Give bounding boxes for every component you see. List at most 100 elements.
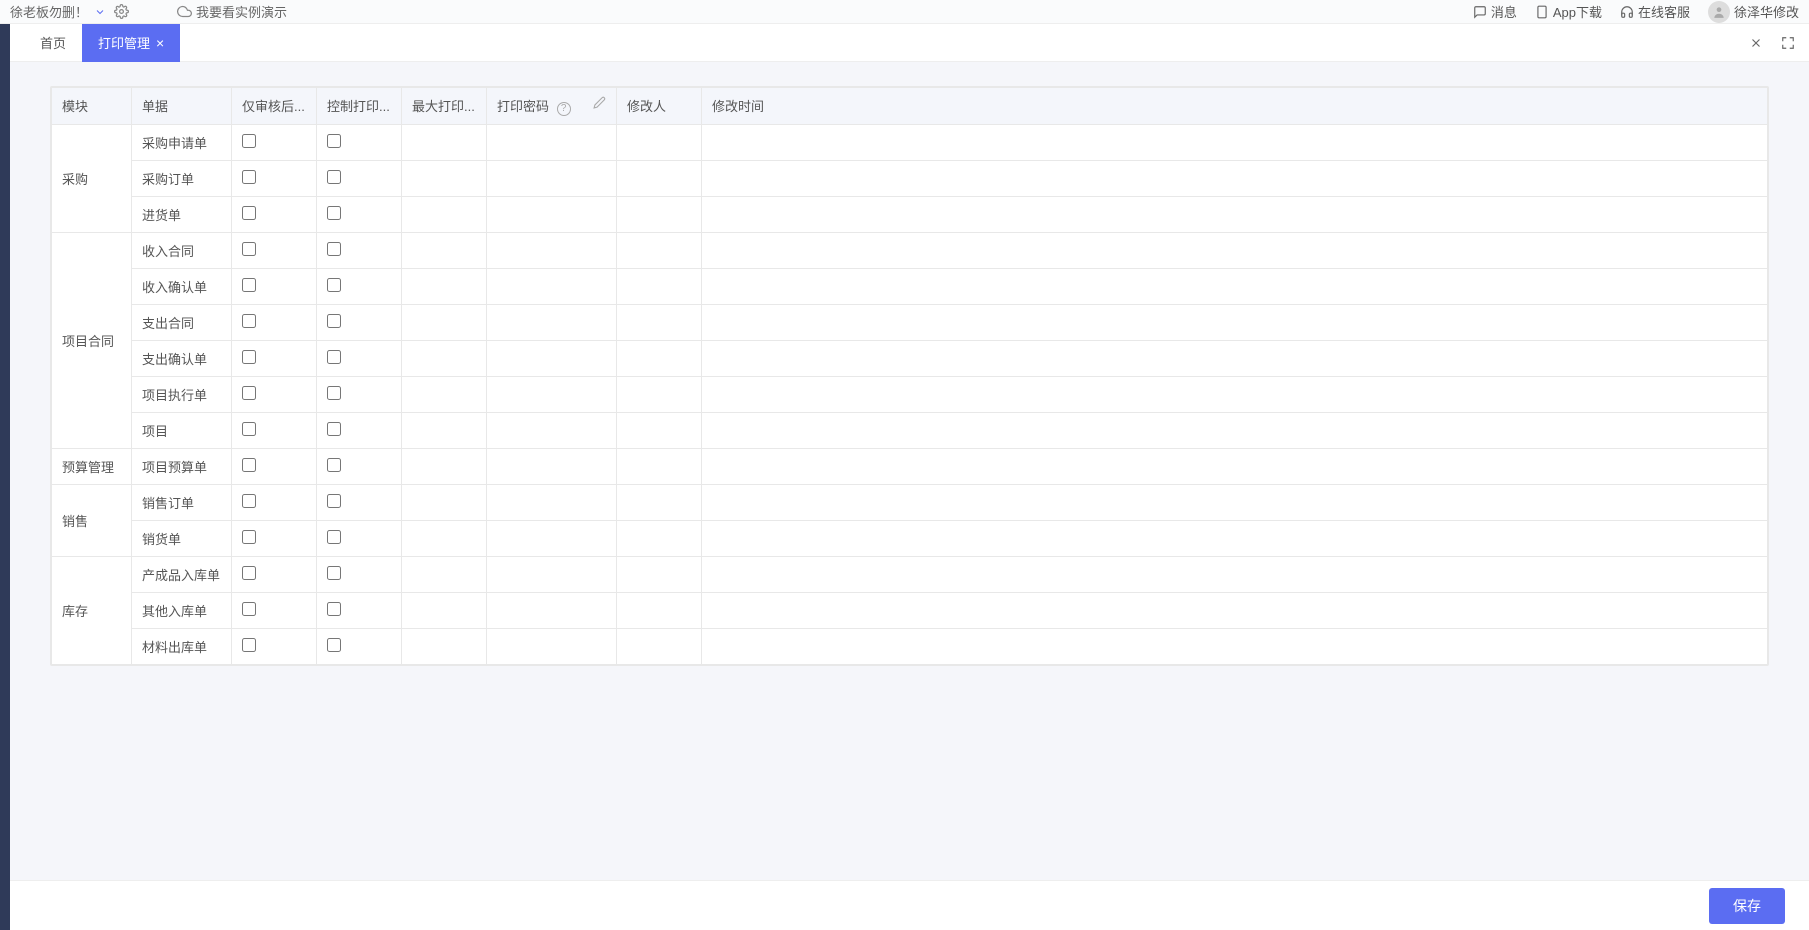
after-audit-cell xyxy=(232,196,317,232)
after-audit-checkbox[interactable] xyxy=(242,530,256,544)
user-icon xyxy=(1712,5,1726,19)
max-print-cell xyxy=(402,160,487,196)
control-print-checkbox[interactable] xyxy=(327,494,341,508)
control-print-cell xyxy=(317,232,402,268)
help-icon[interactable]: ? xyxy=(557,102,571,116)
edit-icon[interactable] xyxy=(593,96,606,112)
control-print-checkbox[interactable] xyxy=(327,566,341,580)
modifier-cell xyxy=(617,304,702,340)
control-print-checkbox[interactable] xyxy=(327,458,341,472)
after-audit-checkbox[interactable] xyxy=(242,638,256,652)
tab-print-management[interactable]: 打印管理 × xyxy=(82,24,180,62)
after-audit-cell xyxy=(232,592,317,628)
tab-print-label: 打印管理 xyxy=(98,33,150,52)
control-print-checkbox[interactable] xyxy=(327,134,341,148)
control-print-checkbox[interactable] xyxy=(327,386,341,400)
top-bar: 徐老板勿删！ 我要看实例演示 消息 App下载 在线客服 徐泽华修改 xyxy=(0,0,1809,24)
org-selector[interactable]: 徐老板勿删！ xyxy=(10,2,106,21)
modifier-cell xyxy=(617,268,702,304)
max-print-cell xyxy=(402,412,487,448)
after-audit-checkbox[interactable] xyxy=(242,386,256,400)
print-settings-table: 模块 单据 仅审核后... 控制打印... 最大打印... 打印密码 ? 修改人… xyxy=(50,86,1769,666)
modifier-cell xyxy=(617,340,702,376)
modifier-cell xyxy=(617,592,702,628)
close-all-tabs-icon[interactable] xyxy=(1747,34,1765,52)
gear-icon[interactable] xyxy=(114,4,129,19)
modifier-cell xyxy=(617,520,702,556)
print-pwd-cell xyxy=(487,268,617,304)
table-row: 其他入库单 xyxy=(52,592,1768,628)
control-print-checkbox[interactable] xyxy=(327,170,341,184)
table-row: 预算管理项目预算单 xyxy=(52,448,1768,484)
after-audit-checkbox[interactable] xyxy=(242,422,256,436)
document-cell: 其他入库单 xyxy=(132,592,232,628)
control-print-checkbox[interactable] xyxy=(327,206,341,220)
after-audit-cell xyxy=(232,628,317,664)
demo-link[interactable]: 我要看实例演示 xyxy=(177,2,287,21)
control-print-checkbox[interactable] xyxy=(327,314,341,328)
modifier-cell xyxy=(617,448,702,484)
app-download-link[interactable]: App下载 xyxy=(1535,2,1602,21)
control-print-checkbox[interactable] xyxy=(327,422,341,436)
max-print-cell xyxy=(402,556,487,592)
print-pwd-cell xyxy=(487,592,617,628)
close-icon[interactable]: × xyxy=(156,35,164,51)
message-link[interactable]: 消息 xyxy=(1473,2,1517,21)
th-after-audit: 仅审核后... xyxy=(232,88,317,125)
table-row: 进货单 xyxy=(52,196,1768,232)
modify-time-cell xyxy=(702,628,1768,664)
th-modify-time: 修改时间 xyxy=(702,88,1768,125)
after-audit-cell xyxy=(232,340,317,376)
user-menu[interactable]: 徐泽华修改 xyxy=(1708,1,1799,23)
table-row: 项目合同收入合同 xyxy=(52,232,1768,268)
after-audit-cell xyxy=(232,412,317,448)
table-row: 库存产成品入库单 xyxy=(52,556,1768,592)
save-button[interactable]: 保存 xyxy=(1709,888,1785,924)
module-cell: 采购 xyxy=(52,124,132,232)
document-cell: 项目执行单 xyxy=(132,376,232,412)
control-print-checkbox[interactable] xyxy=(327,242,341,256)
tab-home[interactable]: 首页 xyxy=(24,24,82,62)
modifier-cell xyxy=(617,556,702,592)
max-print-cell xyxy=(402,628,487,664)
app-download-label: App下载 xyxy=(1553,2,1602,21)
modify-time-cell xyxy=(702,376,1768,412)
control-print-checkbox[interactable] xyxy=(327,530,341,544)
module-cell: 项目合同 xyxy=(52,232,132,448)
control-print-checkbox[interactable] xyxy=(327,278,341,292)
control-print-cell xyxy=(317,160,402,196)
online-service-link[interactable]: 在线客服 xyxy=(1620,2,1690,21)
document-cell: 收入确认单 xyxy=(132,268,232,304)
th-modifier: 修改人 xyxy=(617,88,702,125)
max-print-cell xyxy=(402,592,487,628)
after-audit-checkbox[interactable] xyxy=(242,494,256,508)
table-row: 采购订单 xyxy=(52,160,1768,196)
max-print-cell xyxy=(402,340,487,376)
control-print-checkbox[interactable] xyxy=(327,602,341,616)
after-audit-checkbox[interactable] xyxy=(242,314,256,328)
after-audit-checkbox[interactable] xyxy=(242,242,256,256)
after-audit-checkbox[interactable] xyxy=(242,458,256,472)
max-print-cell xyxy=(402,196,487,232)
after-audit-checkbox[interactable] xyxy=(242,602,256,616)
control-print-checkbox[interactable] xyxy=(327,350,341,364)
control-print-checkbox[interactable] xyxy=(327,638,341,652)
fullscreen-icon[interactable] xyxy=(1779,34,1797,52)
after-audit-checkbox[interactable] xyxy=(242,134,256,148)
after-audit-cell xyxy=(232,160,317,196)
after-audit-cell xyxy=(232,268,317,304)
print-pwd-cell xyxy=(487,304,617,340)
modify-time-cell xyxy=(702,340,1768,376)
after-audit-checkbox[interactable] xyxy=(242,350,256,364)
print-pwd-cell xyxy=(487,340,617,376)
cloud-icon xyxy=(177,4,192,19)
table-row: 材料出库单 xyxy=(52,628,1768,664)
after-audit-checkbox[interactable] xyxy=(242,170,256,184)
max-print-cell xyxy=(402,448,487,484)
document-cell: 采购申请单 xyxy=(132,124,232,160)
after-audit-checkbox[interactable] xyxy=(242,206,256,220)
after-audit-checkbox[interactable] xyxy=(242,566,256,580)
control-print-cell xyxy=(317,556,402,592)
after-audit-checkbox[interactable] xyxy=(242,278,256,292)
document-cell: 销售订单 xyxy=(132,484,232,520)
